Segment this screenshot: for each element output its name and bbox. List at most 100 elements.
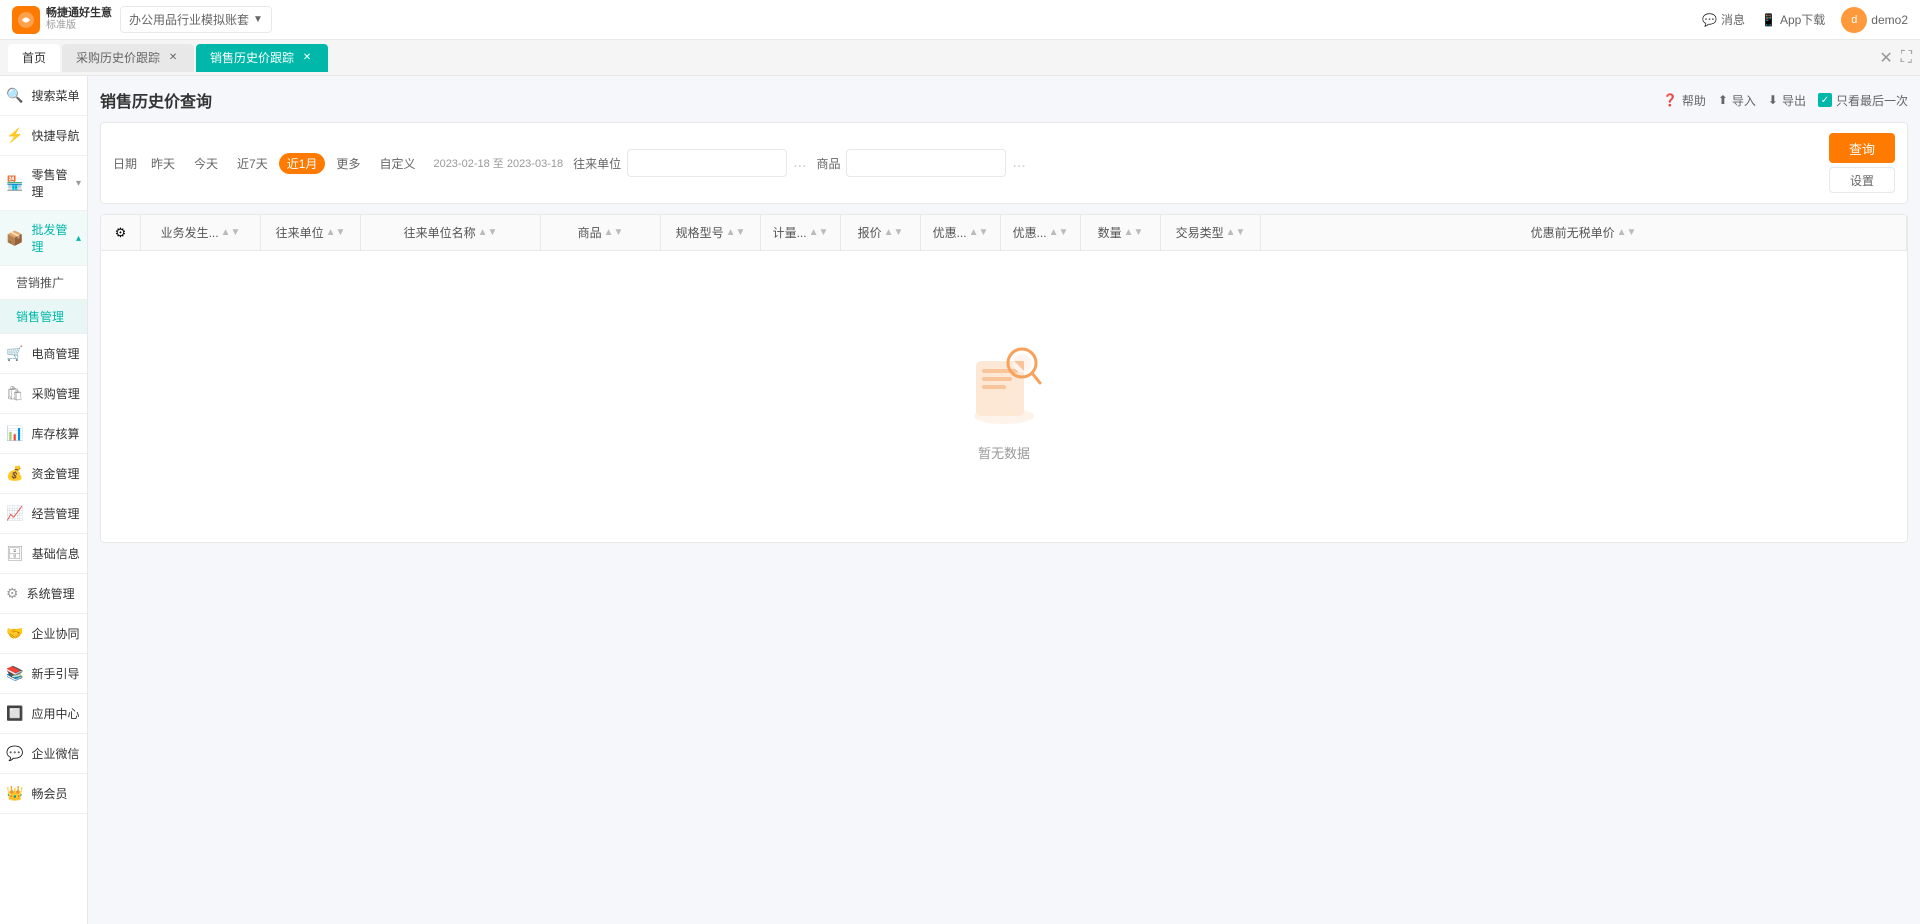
product-label: 商品 [816,155,840,172]
export-link[interactable]: ⬇ 导出 [1768,92,1806,109]
date-pill-yesterday[interactable]: 昨天 [143,153,183,174]
sidebar-item-purchase[interactable]: 🛍 采购管理 [0,374,87,414]
ecommerce-icon: 🛒 [6,345,23,362]
product-filter-group: 商品 ... [816,149,1025,177]
import-link[interactable]: ⬆ 导入 [1718,92,1756,109]
message-label: 消息 [1721,11,1745,28]
sidebar-item-system[interactable]: ⚙ 系统管理 [0,574,87,614]
message-btn[interactable]: 💬 消息 [1702,11,1745,28]
sidebar-item-search[interactable]: 🔍 搜索菜单 [0,76,87,116]
th-spec[interactable]: 规格型号 ▲▼ [661,215,761,250]
account-selector[interactable]: 办公用品行业模拟账套 ▼ [120,6,272,33]
finance-icon: 💰 [6,465,23,482]
th-notax[interactable]: 优惠前无税单价 ▲▼ [1261,215,1907,250]
empty-text: 暂无数据 [978,443,1030,462]
sidebar-inventory-label: 库存核算 [23,425,81,442]
page-title-bar: 销售历史价查询 ❓ 帮助 ⬆ 导入 ⬇ 导出 ✓ [100,88,1908,112]
sort-unit2-icon: ▲▼ [809,228,829,238]
user-profile[interactable]: d demo2 [1841,7,1908,33]
chevron-down-icon: ▴ [76,233,81,244]
sidebar-item-finance[interactable]: 💰 资金管理 [0,454,87,494]
product-input[interactable] [846,149,1006,177]
sidebar-item-enterprise[interactable]: 🤝 企业协同 [0,614,87,654]
sidebar-purchase-label: 采购管理 [24,385,81,402]
column-settings-btn[interactable]: ⚙ [101,215,141,250]
fullscreen-icon[interactable]: ⛶ [1901,49,1912,67]
th-unit-name[interactable]: 往来单位名称 ▲▼ [361,215,541,250]
sidebar-item-inventory[interactable]: 📊 库存核算 [0,414,87,454]
th-qty[interactable]: 数量 ▲▼ [1081,215,1161,250]
tab-sales-label: 销售历史价跟踪 [210,49,294,66]
close-window-icon[interactable]: ✕ [1879,48,1892,68]
retail-icon: 🏪 [6,175,23,192]
sort-date-icon: ▲▼ [221,228,241,238]
action-buttons: 查询 设置 [1829,133,1895,193]
help-label: 帮助 [1682,92,1706,109]
th-date[interactable]: 业务发生... ▲▼ [141,215,261,250]
partner-dots[interactable]: ... [793,154,806,172]
avatar: d [1841,7,1867,33]
partner-filter-group: 往来单位 ... [573,149,806,177]
filter-bar: 日期 昨天 今天 近7天 近1月 更多 自定义 2023-02-18 至 202… [100,122,1908,204]
import-icon: ⬆ [1718,93,1728,107]
logo-area: 畅捷通好生意 标准版 [12,6,112,34]
th-unit2[interactable]: 计量... ▲▼ [761,215,841,250]
sidebar-item-shortcut[interactable]: ⚡ 快捷导航 [0,116,87,156]
date-range-text: 2023-02-18 至 2023-03-18 [433,155,563,171]
page-wrapper: 销售历史价查询 ❓ 帮助 ⬆ 导入 ⬇ 导出 ✓ [88,76,1920,555]
sort-discount2-icon: ▲▼ [1049,228,1069,238]
sidebar-item-marketing[interactable]: 营销推广 [0,266,87,300]
partner-label: 往来单位 [573,155,621,172]
tab-purchase-close[interactable]: ✕ [166,51,180,65]
sort-spec-icon: ▲▼ [726,228,746,238]
sidebar-item-wechat[interactable]: 💬 企业微信 [0,734,87,774]
sort-product-icon: ▲▼ [604,228,624,238]
settings-button[interactable]: 设置 [1829,167,1895,193]
tab-home[interactable]: 首页 [8,44,60,72]
sidebar-system-label: 系统管理 [19,585,81,602]
page-title-actions: ❓ 帮助 ⬆ 导入 ⬇ 导出 ✓ 只看最后一次 [1663,92,1908,109]
sort-discount1-icon: ▲▼ [969,228,989,238]
sidebar-wechat-label: 企业微信 [23,745,81,762]
partner-input[interactable] [627,149,787,177]
user-name: demo2 [1871,13,1908,27]
sidebar-retail-label: 零售管理 [23,166,76,200]
sidebar-item-ecommerce[interactable]: 🛒 电商管理 [0,334,87,374]
basic-icon: 🗄 [6,545,24,562]
sidebar-member-label: 畅会员 [23,785,81,802]
date-pill-today[interactable]: 今天 [186,153,226,174]
date-pill-more[interactable]: 更多 [328,153,368,174]
product-dots[interactable]: ... [1012,154,1025,172]
sidebar-item-wholesale[interactable]: 📦 批发管理 ▴ [0,211,87,266]
app-download-btn[interactable]: 📱 App下载 [1761,11,1825,28]
help-link[interactable]: ❓ 帮助 [1663,92,1706,109]
th-trade[interactable]: 交易类型 ▲▼ [1161,215,1261,250]
tab-purchase-track[interactable]: 采购历史价跟踪 ✕ [62,44,194,72]
sidebar-item-basic[interactable]: 🗄 基础信息 [0,534,87,574]
th-product[interactable]: 商品 ▲▼ [541,215,661,250]
only-last-checkbox[interactable]: ✓ 只看最后一次 [1818,92,1908,109]
export-icon: ⬇ [1768,93,1778,107]
sidebar-item-sales-mgmt[interactable]: 销售管理 [0,300,87,334]
tab-sales-track[interactable]: 销售历史价跟踪 ✕ [196,44,328,72]
th-price[interactable]: 报价 ▲▼ [841,215,921,250]
date-pill-custom[interactable]: 自定义 [371,153,423,174]
th-discount1[interactable]: 优惠... ▲▼ [921,215,1001,250]
chevron-down-icon: ▼ [253,14,263,25]
date-pill-last7[interactable]: 近7天 [229,153,276,174]
tab-sales-close[interactable]: ✕ [300,51,314,65]
sidebar-item-guide[interactable]: 📚 新手引导 [0,654,87,694]
inventory-icon: 📊 [6,425,23,442]
th-unit[interactable]: 往来单位 ▲▼ [261,215,361,250]
data-table: ⚙ 业务发生... ▲▼ 往来单位 ▲▼ 往来单位名称 ▲▼ [100,214,1908,543]
th-discount2[interactable]: 优惠... ▲▼ [1001,215,1081,250]
date-pill-last1m[interactable]: 近1月 [279,153,326,174]
empty-icon [954,331,1054,431]
query-button[interactable]: 查询 [1829,133,1895,163]
sidebar-item-member[interactable]: 👑 畅会员 [0,774,87,814]
wholesale-icon: 📦 [6,230,23,247]
sidebar-item-retail[interactable]: 🏪 零售管理 ▾ [0,156,87,211]
sidebar-item-operations[interactable]: 📈 经营管理 [0,494,87,534]
sidebar-item-apps[interactable]: 🔲 应用中心 [0,694,87,734]
date-filter-group: 日期 昨天 今天 近7天 近1月 更多 自定义 2023-02-18 至 202… [113,153,563,174]
